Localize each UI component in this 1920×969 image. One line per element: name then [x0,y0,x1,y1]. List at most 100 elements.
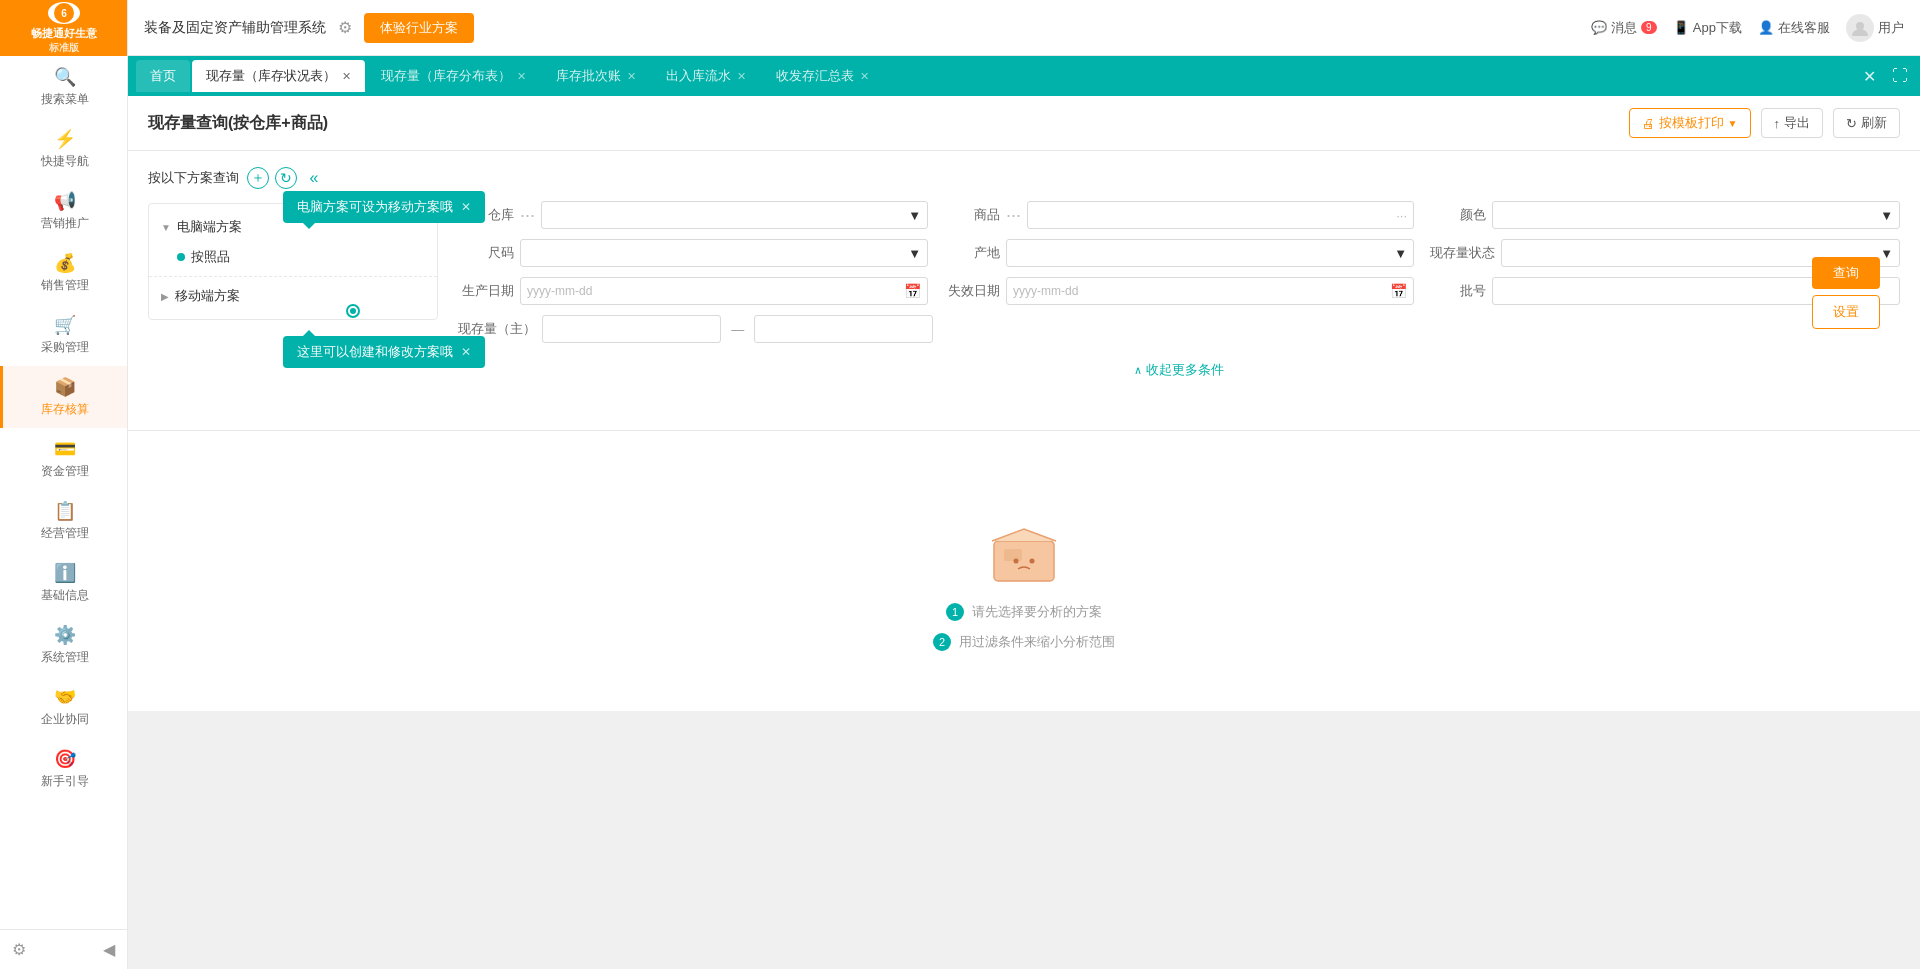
sidebar-item-management[interactable]: 📋 经营管理 [0,490,127,552]
tooltip2-close[interactable]: ✕ [461,345,471,359]
sidebar-item-inventory[interactable]: 📦 库存核算 [0,366,127,428]
query-buttons: 查询 设置 [1812,257,1880,329]
add-scheme-button[interactable]: ＋ [247,167,269,189]
size-select[interactable]: ▼ [520,239,928,267]
stock-main-max-input[interactable] [754,315,933,343]
scheme-child-item[interactable]: 按照品 [149,242,437,272]
svg-point-5 [1014,559,1019,564]
sidebar-item-search[interactable]: 🔍 搜索菜单 [0,56,127,118]
warehouse-dots[interactable]: ··· [520,206,535,224]
package-icon: 📦 [54,376,76,398]
collapse-button[interactable]: ∧ 收起更多条件 [458,353,1900,383]
svg-text:6: 6 [61,8,67,19]
empty-state: 1 请先选择要分析的方案 2 用过滤条件来缩小分析范围 [128,431,1920,711]
card-icon: 💳 [54,438,76,460]
sidebar-footer: ⚙ ◀ [0,929,127,969]
page: 现存量查询(按仓库+商品) 🖨 按模板打印 ▼ ↑ 导出 ↻ 刷新 [128,96,1920,711]
tab-summary-close[interactable]: ✕ [860,70,869,83]
refresh-scheme-button[interactable]: ↻ [275,167,297,189]
sidebar-item-finance[interactable]: 💳 资金管理 [0,428,127,490]
size-cell: 尺码 ▼ [458,239,928,267]
scheme-mobile-group[interactable]: ▶ 移动端方案 [149,281,437,311]
tab-stock-dist[interactable]: 现存量（库存分布表） ✕ [367,60,540,92]
sidebar-nav: 🔍 搜索菜单 ⚡ 快捷导航 📢 营销推广 💰 销售管理 🛒 采购管理 📦 库存核… [0,56,127,929]
tab-inout-close[interactable]: ✕ [737,70,746,83]
sidebar-item-label: 基础信息 [41,587,89,604]
collapse-sidebar-icon[interactable]: ◀ [103,940,115,959]
sidebar-item-label: 资金管理 [41,463,89,480]
header-settings-icon[interactable]: ⚙ [338,18,352,37]
color-select[interactable]: ▼ [1492,201,1900,229]
empty-icon [974,511,1074,591]
sidebar-item-purchase[interactable]: 🛒 采购管理 [0,304,127,366]
info-icon: ℹ️ [54,562,76,584]
online-service-item[interactable]: 👤 在线客服 [1758,19,1830,37]
sidebar-item-enterprise[interactable]: 🤝 企业协同 [0,676,127,738]
tab-stock-status-close[interactable]: ✕ [342,70,351,83]
filter-row-4: 现存量（主） — [458,315,1900,343]
tab-home[interactable]: 首页 [136,60,190,92]
industry-plan-button[interactable]: 体验行业方案 [364,13,474,43]
goods-cell: 商品 ··· ··· [944,201,1414,229]
app-download-label: App下载 [1693,19,1742,37]
sidebar-item-marketing[interactable]: 📢 营销推广 [0,180,127,242]
export-button[interactable]: ↑ 导出 [1761,108,1824,138]
size-chevron: ▼ [908,246,921,261]
color-label: 颜色 [1430,206,1486,224]
message-badge: 9 [1641,21,1657,34]
manufacture-date-input[interactable]: yyyy-mm-dd 📅 [520,277,928,305]
reset-button[interactable]: 设置 [1812,295,1880,329]
tooltip1-close[interactable]: ✕ [461,200,471,214]
warehouse-select[interactable]: ▼ [541,201,928,229]
message-item[interactable]: 💬 消息 9 [1591,19,1657,37]
stock-main-min-input[interactable] [542,315,721,343]
stock-main-cell: 现存量（主） — [458,315,933,343]
empty-step-1: 1 请先选择要分析的方案 [946,603,1102,621]
settings-icon[interactable]: ⚙ [12,940,26,959]
step-1-num: 1 [946,603,964,621]
tab-fullscreen-icon[interactable]: ⛶ [1888,63,1912,89]
origin-select[interactable]: ▼ [1006,239,1414,267]
user-item[interactable]: 用户 [1846,14,1904,42]
step-1-text: 请先选择要分析的方案 [972,603,1102,621]
print-button[interactable]: 🖨 按模板打印 ▼ [1629,108,1751,138]
scheme-mobile-label: 移动端方案 [175,287,240,305]
filter-row-3: 生产日期 yyyy-mm-dd 📅 失效日期 yyyy-mm-dd 📅 [458,277,1900,305]
tab-close-all-icon[interactable]: ✕ [1859,63,1880,90]
collapse-label: 收起更多条件 [1146,361,1224,379]
sidebar-item-sales[interactable]: 💰 销售管理 [0,242,127,304]
refresh-button[interactable]: ↻ 刷新 [1833,108,1900,138]
sidebar-item-basic-info[interactable]: ℹ️ 基础信息 [0,552,127,614]
tab-inout[interactable]: 出入库流水 ✕ [652,60,760,92]
manufacture-date-label: 生产日期 [458,282,514,300]
tab-stock-status[interactable]: 现存量（库存状况表） ✕ [192,60,365,92]
prev-scheme-button[interactable]: « [303,167,325,189]
tab-batch-close[interactable]: ✕ [627,70,636,83]
sidebar-item-label: 企业协同 [41,711,89,728]
sidebar-item-guide[interactable]: 🎯 新手引导 [0,738,127,800]
goods-dots[interactable]: ··· [1006,206,1021,224]
tab-stock-dist-close[interactable]: ✕ [517,70,526,83]
tooltip-desktop-scheme: 电脑方案可设为移动方案哦 ✕ [283,191,485,223]
page-header: 现存量查询(按仓库+商品) 🖨 按模板打印 ▼ ↑ 导出 ↻ 刷新 [128,96,1920,151]
app-download-item[interactable]: 📱 App下载 [1673,19,1742,37]
header-right: 💬 消息 9 📱 App下载 👤 在线客服 用户 [1591,14,1904,42]
print-chevron-icon: ▼ [1728,118,1738,129]
svg-rect-4 [1004,549,1022,561]
mobile-icon: 📱 [1673,20,1689,35]
sidebar-item-label: 搜索菜单 [41,91,89,108]
tab-home-label: 首页 [150,67,176,85]
collapse-arrow-icon: ∧ [1134,364,1142,377]
main-area: 装备及固定资产辅助管理系统 ⚙ 体验行业方案 💬 消息 9 📱 App下载 👤 … [128,0,1920,969]
avatar [1846,14,1874,42]
goods-select[interactable]: ··· [1027,201,1414,229]
sidebar-item-quicknav[interactable]: ⚡ 快捷导航 [0,118,127,180]
sidebar: 6 畅捷通好生意 标准版 🔍 搜索菜单 ⚡ 快捷导航 📢 营销推广 💰 销售管理… [0,0,128,969]
query-button[interactable]: 查询 [1812,257,1880,289]
sidebar-item-system[interactable]: ⚙️ 系统管理 [0,614,127,676]
filter-area: 按以下方案查询 ＋ ↻ « 电脑方案可设为移动方案哦 ✕ [128,151,1920,431]
tab-batch[interactable]: 库存批次账 ✕ [542,60,650,92]
expiry-date-input[interactable]: yyyy-mm-dd 📅 [1006,277,1414,305]
tab-summary[interactable]: 收发存汇总表 ✕ [762,60,883,92]
tooltip1-text: 电脑方案可设为移动方案哦 [297,198,453,216]
